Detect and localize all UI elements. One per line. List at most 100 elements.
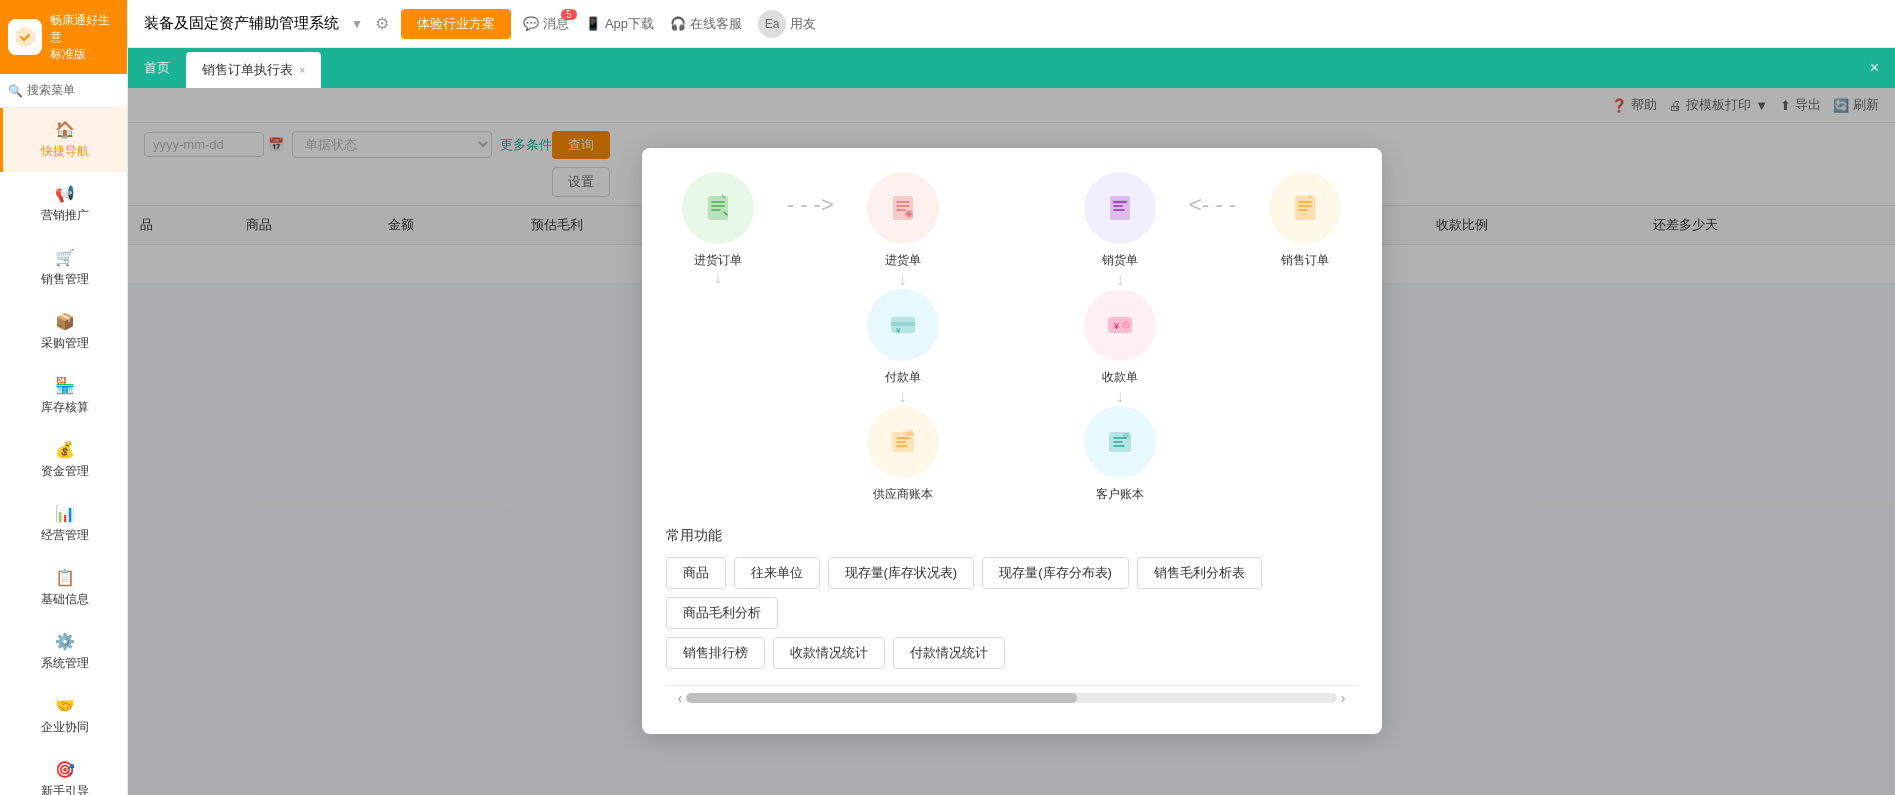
flow-node-sales-bill: 销货单 (1084, 172, 1156, 269)
btn-product[interactable]: 商品 (666, 557, 726, 589)
scroll-track[interactable] (686, 693, 1337, 703)
topbar: 装备及固定资产辅助管理系统 ▼ ⚙ 体验行业方案 💬 消息 5 📱 App下载 … (128, 0, 1895, 48)
flow-node-customer: 客户账本 (1084, 406, 1156, 503)
tab-home[interactable]: 首页 (128, 48, 186, 88)
svg-rect-9 (1110, 196, 1130, 220)
purchase-icon: 📦 (55, 312, 75, 331)
purchase-bill-label: 进货单 (885, 252, 921, 269)
service-icon: 🎧 (670, 16, 686, 31)
svg-rect-16 (1295, 196, 1315, 220)
common-functions-title: 常用功能 (666, 527, 1358, 545)
svg-rect-1 (708, 196, 728, 220)
system-icon: ⚙️ (55, 632, 75, 651)
user-item[interactable]: Ea 用友 (758, 10, 816, 38)
svg-rect-5 (891, 322, 915, 326)
common-buttons-row2: 销售排行榜 收款情况统计 付款情况统计 (666, 637, 1358, 669)
svg-point-15 (1123, 433, 1129, 439)
finance-icon: 💰 (55, 440, 75, 459)
btn-sales-profit[interactable]: 销售毛利分析表 (1137, 557, 1262, 589)
btn-sales-rank[interactable]: 销售排行榜 (666, 637, 765, 669)
svg-text:¥: ¥ (1113, 321, 1120, 331)
tab-close-icon[interactable]: × (299, 64, 305, 76)
svg-text:¥: ¥ (895, 326, 901, 335)
svg-point-13 (1122, 321, 1130, 329)
customer-icon (1084, 406, 1156, 478)
customer-label: 客户账本 (1096, 486, 1144, 503)
payment-icon: ¥ (867, 289, 939, 361)
svg-rect-8 (905, 430, 913, 436)
operations-icon: 📊 (55, 504, 75, 523)
sidebar-item-system[interactable]: ⚙️ 系统管理 (0, 620, 127, 684)
experience-btn[interactable]: 体验行业方案 (401, 9, 511, 39)
message-item[interactable]: 💬 消息 5 (523, 15, 569, 33)
tabbar: 首页 销售订单执行表 × × (128, 48, 1895, 88)
logo-text: 畅康通好生意 标准版 (50, 12, 119, 62)
sidebar-item-quick-nav[interactable]: 🏠 快捷导航 (0, 108, 127, 172)
marketing-icon: 📢 (55, 184, 75, 203)
receipt-icon: ¥ (1084, 289, 1156, 361)
collab-icon: 🤝 (55, 696, 75, 715)
app-download-item[interactable]: 📱 App下载 (585, 15, 654, 33)
gear-icon[interactable]: ⚙ (375, 14, 389, 33)
flow-node-purchase-bill: 进货单 (867, 172, 939, 269)
btn-counterpart[interactable]: 往来单位 (734, 557, 820, 589)
scroll-left-arrow[interactable]: ‹ (674, 690, 687, 706)
svg-point-0 (15, 27, 35, 47)
svg-rect-10 (1112, 200, 1128, 204)
btn-stock-status[interactable]: 现存量(库存状况表) (828, 557, 975, 589)
search-icon: 🔍 (8, 84, 23, 98)
sales-order-label: 销售订单 (1281, 252, 1329, 269)
btn-payment-stats[interactable]: 付款情况统计 (893, 637, 1005, 669)
sidebar-item-newbie[interactable]: 🎯 新手引导 (0, 748, 127, 795)
sidebar-item-finance[interactable]: 💰 资金管理 (0, 428, 127, 492)
scroll-thumb (686, 693, 1076, 703)
message-badge: 5 (561, 9, 577, 20)
tab-sales-order[interactable]: 销售订单执行表 × (186, 52, 321, 88)
sidebar-item-sales[interactable]: 🛒 销售管理 (0, 236, 127, 300)
logo-icon (8, 19, 42, 55)
flow-node-supplier: 供应商账本 (867, 406, 939, 503)
dropdown-arrow[interactable]: ▼ (351, 17, 363, 31)
user-avatar: Ea (758, 10, 786, 38)
sidebar-item-marketing[interactable]: 📢 营销推广 (0, 172, 127, 236)
btn-receipt-stats[interactable]: 收款情况统计 (773, 637, 885, 669)
sidebar-item-purchase[interactable]: 📦 采购管理 (0, 300, 127, 364)
flow-node-receipt: ¥ 收款单 (1084, 289, 1156, 386)
flow-node-sales-order: 销售订单 (1269, 172, 1341, 269)
download-icon: 📱 (585, 16, 601, 31)
newbie-icon: 🎯 (55, 760, 75, 779)
close-all-tabs[interactable]: × (1854, 48, 1895, 88)
common-buttons-row1: 商品 往来单位 现存量(库存状况表) 现存量(库存分布表) 销售毛利分析表 商品… (666, 557, 1358, 629)
sidebar-item-collab[interactable]: 🤝 企业协同 (0, 684, 127, 748)
sales-order-icon (1269, 172, 1341, 244)
sidebar-nav: 🏠 快捷导航 📢 营销推广 🛒 销售管理 📦 采购管理 🏪 库存核算 💰 (0, 108, 127, 795)
scroll-right-arrow[interactable]: › (1337, 690, 1350, 706)
common-functions-section: 常用功能 商品 往来单位 现存量(库存状况表) 现存量(库存分布表) 销售毛利分… (666, 527, 1358, 669)
purchase-order-icon (682, 172, 754, 244)
payment-label: 付款单 (885, 369, 921, 386)
modal-overlay[interactable]: 进货订单 ↓ - - -> (128, 88, 1895, 795)
message-icon: 💬 (523, 16, 539, 31)
supplier-icon (867, 406, 939, 478)
sidebar-item-basic[interactable]: 📋 基础信息 (0, 556, 127, 620)
sidebar-item-inventory[interactable]: 🏪 库存核算 (0, 364, 127, 428)
sidebar: 畅康通好生意 标准版 🔍 搜索菜单 🏠 快捷导航 📢 营销推广 🛒 销售管理 📦 (0, 0, 128, 795)
purchase-bill-icon (867, 172, 939, 244)
home-tab-label: 首页 (144, 59, 170, 77)
sales-bill-icon (1084, 172, 1156, 244)
sidebar-logo[interactable]: 畅康通好生意 标准版 (0, 0, 127, 74)
sidebar-search[interactable]: 🔍 搜索菜单 (0, 74, 127, 108)
btn-stock-dist[interactable]: 现存量(库存分布表) (982, 557, 1129, 589)
sales-order-tab-label: 销售订单执行表 (202, 61, 293, 79)
sales-icon: 🛒 (55, 248, 75, 267)
main-area: 装备及固定资产辅助管理系统 ▼ ⚙ 体验行业方案 💬 消息 5 📱 App下载 … (128, 0, 1895, 795)
btn-product-profit[interactable]: 商品毛利分析 (666, 597, 778, 629)
inventory-icon: 🏪 (55, 376, 75, 395)
flow-node-payment: ¥ 付款单 (867, 289, 939, 386)
sidebar-item-operations[interactable]: 📊 经营管理 (0, 492, 127, 556)
supplier-label: 供应商账本 (873, 486, 933, 503)
modal: 进货订单 ↓ - - -> (642, 148, 1382, 734)
scroll-row: ‹ › (666, 685, 1358, 710)
receipt-label: 收款单 (1102, 369, 1138, 386)
online-service-item[interactable]: 🎧 在线客服 (670, 15, 742, 33)
